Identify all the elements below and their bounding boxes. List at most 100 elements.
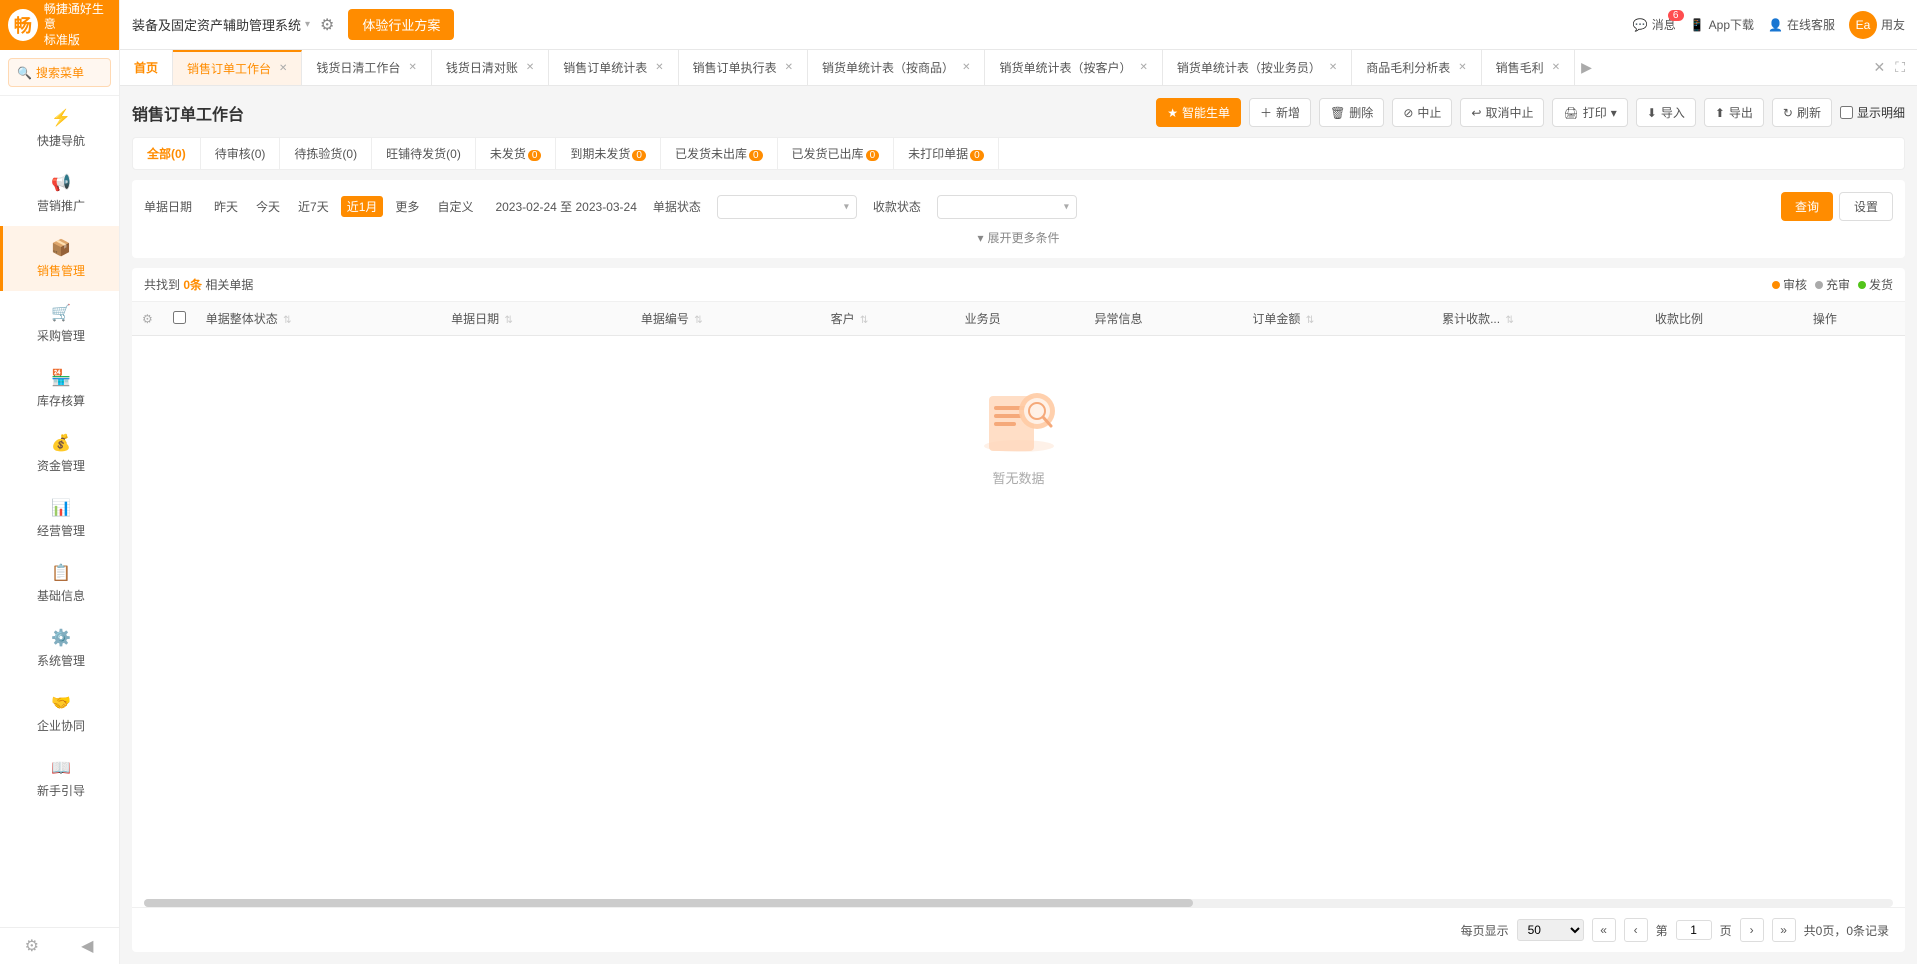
sidebar-item-finance[interactable]: 💰 资金管理 xyxy=(0,421,119,486)
sidebar-item-enterprise[interactable]: 🤝 企业协同 xyxy=(0,681,119,746)
th-settings[interactable]: ⚙ xyxy=(132,302,163,336)
review-quick-button[interactable]: 审核 xyxy=(1772,276,1807,293)
expand-filter-button[interactable]: ▾ 展开更多条件 xyxy=(977,229,1059,246)
topbar-settings-icon[interactable]: ⚙ xyxy=(320,15,334,35)
sidebar-search-area: 🔍 搜索菜单 xyxy=(0,50,119,96)
search-button[interactable]: 查询 xyxy=(1781,192,1833,221)
subtab-wangpu[interactable]: 旺铺待发货(0) xyxy=(372,138,476,169)
status-select[interactable] xyxy=(717,195,857,219)
tab-home[interactable]: 首页 xyxy=(120,50,173,86)
tab-close-sales-stats-customer[interactable]: ✕ xyxy=(1139,62,1147,73)
subtab-shipped-out[interactable]: 已发货已出库0 xyxy=(778,138,895,169)
subtab-pending-inspect[interactable]: 待拣验货(0) xyxy=(280,138,372,169)
add-button[interactable]: ＋ 新增 xyxy=(1249,98,1311,127)
date-opt-7days[interactable]: 近7天 xyxy=(292,196,335,217)
tab-sales-stats-salesman[interactable]: 销货单统计表（按业务员） ✕ xyxy=(1163,50,1352,86)
tabbar-actions: ✕ ⛶ xyxy=(1869,55,1917,80)
tab-fullscreen-button[interactable]: ⛶ xyxy=(1891,55,1909,80)
show-detail-input[interactable] xyxy=(1840,106,1853,119)
date-opt-more[interactable]: 更多 xyxy=(389,196,425,217)
subtab-expired-not-shipped[interactable]: 到期未发货0 xyxy=(556,138,661,169)
sidebar-item-quick-nav[interactable]: ⚡ 快捷导航 xyxy=(0,96,119,161)
sidebar-item-inventory[interactable]: 🏪 库存核算 xyxy=(0,356,119,421)
tab-close-gross-profit[interactable]: ✕ xyxy=(1458,62,1466,73)
subtab-pending-review[interactable]: 待审核(0) xyxy=(201,138,281,169)
subtab-all[interactable]: 全部(0) xyxy=(133,138,201,169)
tab-sales-order-exec[interactable]: 销售订单执行表 ✕ xyxy=(679,50,808,86)
tab-sales-stats-customer[interactable]: 销货单统计表（按客户） ✕ xyxy=(985,50,1162,86)
tab-more-button[interactable]: ▶ xyxy=(1575,59,1598,76)
message-button[interactable]: 💬 消息 6 xyxy=(1633,16,1676,33)
sidebar-item-guide[interactable]: 📖 新手引导 xyxy=(0,746,119,811)
tab-close-all-button[interactable]: ✕ xyxy=(1869,55,1889,80)
date-opt-1month[interactable]: 近1月 xyxy=(341,196,384,217)
th-collected[interactable]: 累计收款... ⇅ xyxy=(1432,302,1645,336)
export-button[interactable]: ⬆ 导出 xyxy=(1704,98,1764,127)
page-number-input[interactable] xyxy=(1676,920,1712,940)
last-page-button[interactable]: » xyxy=(1772,918,1796,942)
total-records-label: 共0页，0条记录 xyxy=(1804,922,1889,939)
th-number[interactable]: 单据编号 ⇅ xyxy=(631,302,821,336)
next-page-button[interactable]: › xyxy=(1740,918,1764,942)
tab-sales-profit[interactable]: 销售毛利 ✕ xyxy=(1482,50,1575,86)
tab-close-cash-daily[interactable]: ✕ xyxy=(408,62,416,73)
sidebar-item-basic-info[interactable]: 📋 基础信息 xyxy=(0,551,119,616)
app-download-button[interactable]: 📱 App下载 xyxy=(1690,16,1754,33)
sidebar-item-purchase[interactable]: 🛒 采购管理 xyxy=(0,291,119,356)
tab-close-sales-order-exec[interactable]: ✕ xyxy=(785,62,793,73)
show-detail-checkbox[interactable]: 显示明细 xyxy=(1840,104,1905,121)
prev-page-button[interactable]: ‹ xyxy=(1624,918,1648,942)
ship-quick-button[interactable]: 发货 xyxy=(1858,276,1893,293)
first-page-button[interactable]: « xyxy=(1592,918,1616,942)
tab-close-sales-stats-product[interactable]: ✕ xyxy=(962,62,970,73)
quick-nav-icon: ⚡ xyxy=(51,108,71,128)
subtab-shipped-not-warehoused[interactable]: 已发货未出库0 xyxy=(661,138,778,169)
settings-bottom-button[interactable]: ⚙ xyxy=(8,936,56,956)
th-date[interactable]: 单据日期 ⇅ xyxy=(441,302,631,336)
tab-gross-profit[interactable]: 商品毛利分析表 ✕ xyxy=(1352,50,1481,86)
page-title: 销售订单工作台 xyxy=(132,101,244,125)
th-amount[interactable]: 订单金额 ⇅ xyxy=(1242,302,1432,336)
tab-sales-order-stats[interactable]: 销售订单统计表 ✕ xyxy=(549,50,678,86)
date-opt-yesterday[interactable]: 昨天 xyxy=(208,196,244,217)
subtab-not-shipped[interactable]: 未发货0 xyxy=(476,138,557,169)
th-customer[interactable]: 客户 ⇅ xyxy=(821,302,955,336)
tab-close-cash-reconcile[interactable]: ✕ xyxy=(526,62,534,73)
sidebar-item-operations[interactable]: 📊 经营管理 xyxy=(0,486,119,551)
sidebar-item-system[interactable]: ⚙️ 系统管理 xyxy=(0,616,119,681)
tab-close-sales-order-stats[interactable]: ✕ xyxy=(655,62,663,73)
sidebar-item-marketing[interactable]: 📢 营销推广 xyxy=(0,161,119,226)
cancel-stop-button[interactable]: ↩ 取消中止 xyxy=(1460,98,1544,127)
tab-sales-stats-product[interactable]: 销货单统计表（按商品） ✕ xyxy=(808,50,985,86)
demo-button[interactable]: 体验行业方案 xyxy=(348,9,454,40)
tab-cash-daily[interactable]: 钱货日清工作台 ✕ xyxy=(302,50,431,86)
expired-not-shipped-badge: 0 xyxy=(632,150,646,161)
payment-select[interactable] xyxy=(937,195,1077,219)
delete-button[interactable]: 🗑 删除 xyxy=(1319,98,1384,127)
online-service-button[interactable]: 👤 在线客服 xyxy=(1768,16,1835,33)
import-button[interactable]: ⬇ 导入 xyxy=(1636,98,1696,127)
sidebar-item-sales[interactable]: 📦 销售管理 xyxy=(0,226,119,291)
tab-close-sales-profit[interactable]: ✕ xyxy=(1552,62,1560,73)
cancel-review-quick-button[interactable]: 充审 xyxy=(1815,276,1850,293)
tab-cash-reconcile[interactable]: 钱货日清对账 ✕ xyxy=(432,50,549,86)
search-menu-button[interactable]: 🔍 搜索菜单 xyxy=(8,58,111,87)
smart-generate-button[interactable]: ★ 智能生单 xyxy=(1156,98,1241,127)
date-opt-custom[interactable]: 自定义 xyxy=(431,196,479,217)
per-page-select[interactable]: 50 10 20 100 xyxy=(1517,919,1584,941)
stop-button[interactable]: ⊘ 中止 xyxy=(1392,98,1452,127)
settings-button[interactable]: 设置 xyxy=(1839,192,1893,221)
tab-close-sales-order-workbench[interactable]: ✕ xyxy=(279,63,287,74)
table-scroll[interactable]: ⚙ 单据整体状态 ⇅ 单据日期 ⇅ xyxy=(132,302,1905,899)
collapse-button[interactable]: ◀ xyxy=(64,936,112,956)
table-hscroll[interactable] xyxy=(144,899,1893,907)
print-button[interactable]: 🖨 打印 ▾ xyxy=(1552,98,1627,127)
subtab-not-printed[interactable]: 未打印单据0 xyxy=(894,138,999,169)
tab-sales-order-workbench[interactable]: 销售订单工作台 ✕ xyxy=(173,50,302,86)
th-status[interactable]: 单据整体状态 ⇅ xyxy=(196,302,441,336)
select-all-checkbox[interactable] xyxy=(173,311,186,324)
user-menu[interactable]: Ea 用友 xyxy=(1849,11,1905,39)
refresh-button[interactable]: ↻ 刷新 xyxy=(1772,98,1832,127)
date-opt-today[interactable]: 今天 xyxy=(250,196,286,217)
tab-close-sales-stats-salesman[interactable]: ✕ xyxy=(1329,62,1337,73)
